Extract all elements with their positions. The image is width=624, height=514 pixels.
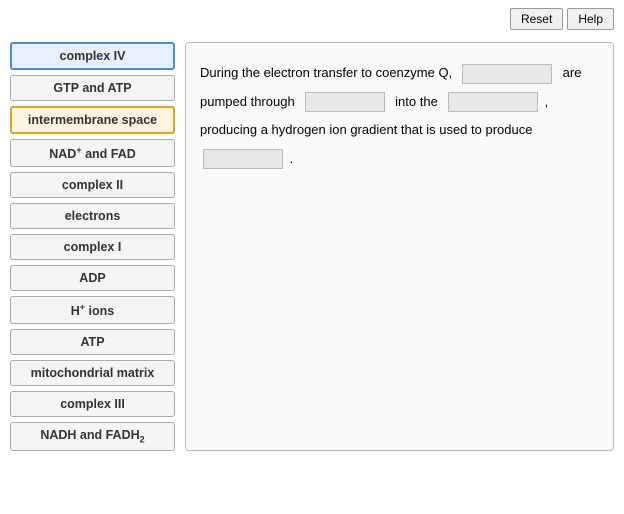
drag-item-complex-iv[interactable]: complex IV <box>10 42 175 70</box>
drag-item-adp[interactable]: ADP <box>10 265 175 291</box>
drag-item-h-ions[interactable]: H+ ions <box>10 296 175 324</box>
drag-items-list: complex IV GTP and ATP intermembrane spa… <box>10 42 175 451</box>
drag-item-mitochondrial-matrix[interactable]: mitochondrial matrix <box>10 360 175 386</box>
drop-box-1[interactable] <box>462 64 552 84</box>
drop-area: During the electron transfer to coenzyme… <box>185 42 614 451</box>
drag-item-atp[interactable]: ATP <box>10 329 175 355</box>
drop-box-2[interactable] <box>305 92 385 112</box>
drag-item-gtp-and-atp[interactable]: GTP and ATP <box>10 75 175 101</box>
main-content: complex IV GTP and ATP intermembrane spa… <box>0 34 624 459</box>
drop-box-3[interactable] <box>448 92 538 112</box>
sentence-part3: into the <box>392 94 442 109</box>
reset-button[interactable]: Reset <box>510 8 563 30</box>
drag-item-nadh-fadh2[interactable]: NADH and FADH2 <box>10 422 175 451</box>
drop-box-4[interactable] <box>203 149 283 169</box>
drag-item-complex-iii[interactable]: complex III <box>10 391 175 417</box>
drag-item-electrons[interactable]: electrons <box>10 203 175 229</box>
top-bar: Reset Help <box>0 0 624 34</box>
drag-item-complex-ii[interactable]: complex II <box>10 172 175 198</box>
drag-item-nad-fad[interactable]: NAD+ and FAD <box>10 139 175 167</box>
help-button[interactable]: Help <box>567 8 614 30</box>
drag-item-intermembrane-space[interactable]: intermembrane space <box>10 106 175 134</box>
sentence-part5: . <box>290 151 294 166</box>
sentence-part1: During the electron transfer to coenzyme… <box>200 65 456 80</box>
drag-item-complex-i[interactable]: complex I <box>10 234 175 260</box>
